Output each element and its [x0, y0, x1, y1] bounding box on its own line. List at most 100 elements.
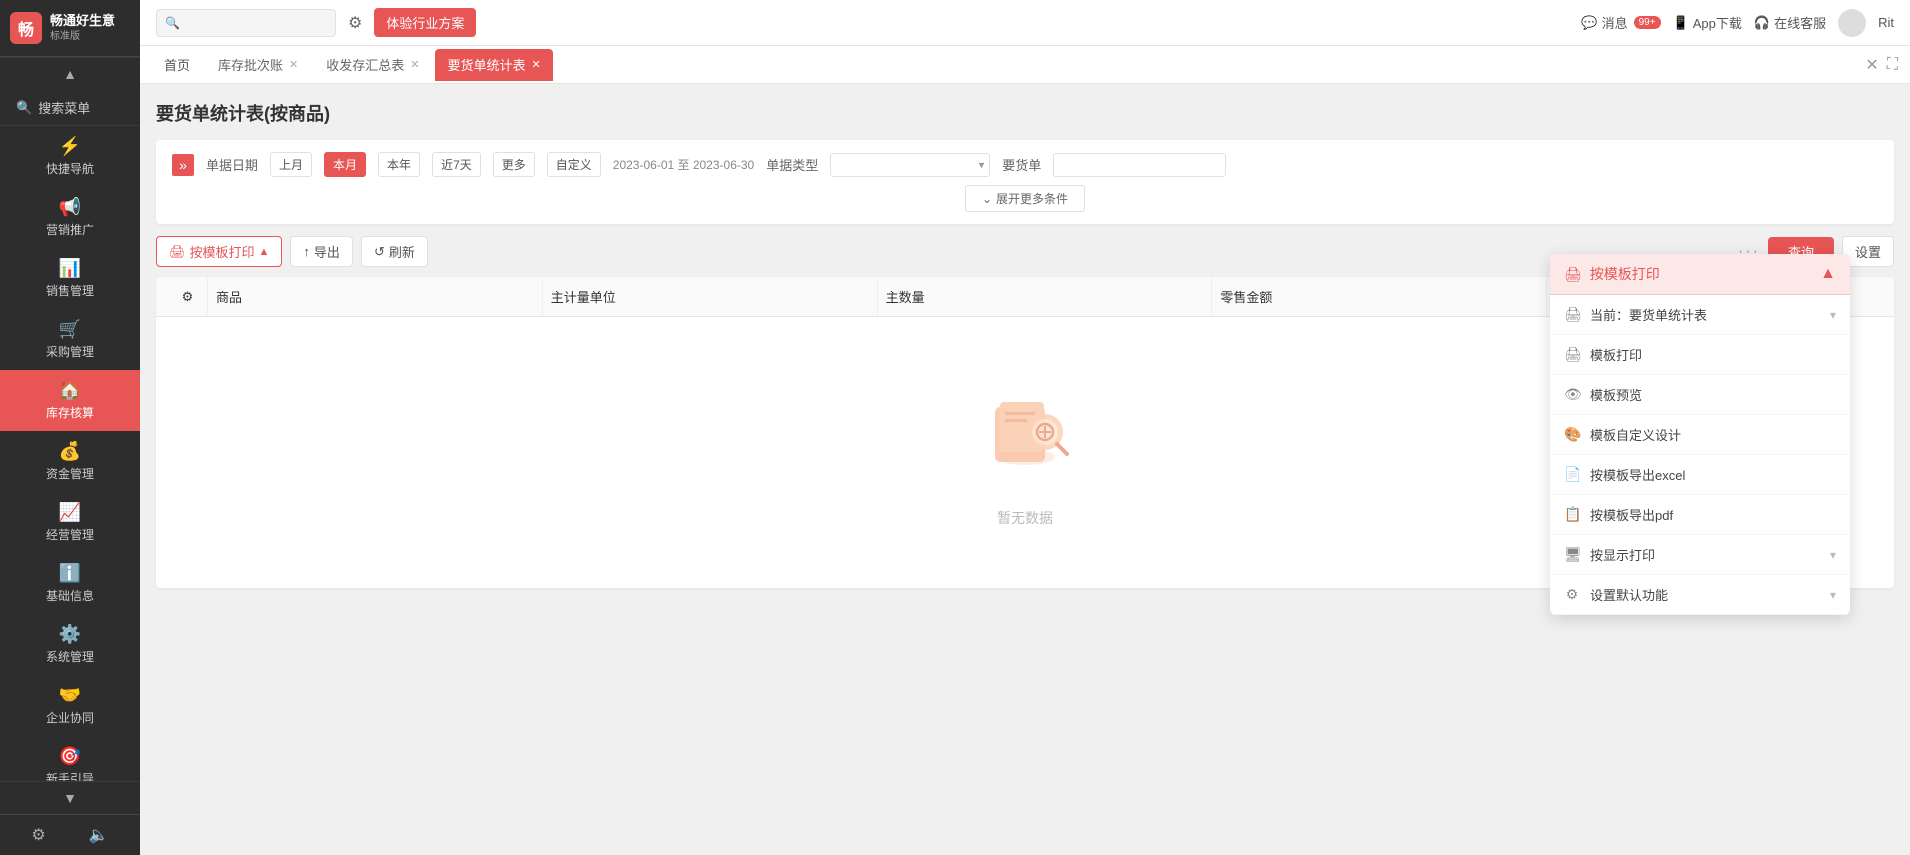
nav-icon-caigou: 🛒 [59, 319, 81, 340]
nav-label-kuaijie: 快捷导航 [46, 160, 94, 177]
content-area: 要货单统计表(按商品) » 单据日期 上月 本月 本年 近7天 更多 自定义 2… [140, 84, 1910, 855]
sidebar-item-zijin[interactable]: 💰 资金管理 [0, 431, 140, 492]
sidebar-item-jingying[interactable]: 📈 经营管理 [0, 492, 140, 553]
sidebar-search-label: 搜索菜单 [38, 98, 90, 117]
tab-shoufahuizong-label: 收发存汇总表 [326, 55, 404, 74]
filter-btn-last-month[interactable]: 上月 [270, 152, 312, 177]
dropdown-item-default-func[interactable]: ⚙ 设置默认功能 ▾ [1550, 575, 1850, 615]
sidebar-item-qiye[interactable]: 🤝 企业协同 [0, 675, 140, 736]
industry-btn[interactable]: 体验行业方案 [374, 8, 476, 37]
volume-icon[interactable]: 🔈 [89, 825, 109, 845]
username-label[interactable]: Rit [1878, 15, 1894, 30]
expand-more-label: 展开更多条件 [996, 190, 1068, 207]
dropdown-title-label: 按模板打印 [1590, 264, 1660, 284]
refresh-btn[interactable]: ↺ 刷新 [361, 236, 428, 267]
template-custom-label: 模板自定义设计 [1590, 425, 1681, 444]
app-download-item[interactable]: 📱 App下载 [1673, 13, 1742, 32]
sidebar-scroll-up: ▲ [0, 57, 140, 90]
nav-icon-jingying: 📈 [59, 502, 81, 523]
tab-shoufahuizong[interactable]: 收发存汇总表 ✕ [314, 49, 431, 81]
tab-kucunpici-close[interactable]: ✕ [289, 58, 298, 71]
sidebar-item-jichu[interactable]: ℹ️ 基础信息 [0, 553, 140, 614]
filter-date-label: 单据日期 [206, 155, 258, 174]
filter-btn-custom[interactable]: 自定义 [547, 152, 601, 177]
dropdown-item-export-excel[interactable]: 📄 按模板导出excel [1550, 455, 1850, 495]
nav-label-jichu: 基础信息 [46, 587, 94, 604]
dropdown-item-template-preview[interactable]: 👁 模板预览 [1550, 375, 1850, 415]
sidebar-item-caigou[interactable]: 🛒 采购管理 [0, 309, 140, 370]
sidebar: 畅 畅通好生意 标准版 ▲ 🔍 搜索菜单 ⚡ 快捷导航 📢 营销推广 📊 销售管… [0, 0, 140, 855]
messages-item[interactable]: 💬 消息 99+ [1581, 13, 1660, 32]
filter-btn-more[interactable]: 更多 [493, 152, 535, 177]
filter-type-select[interactable] [830, 153, 990, 177]
sidebar-logo[interactable]: 畅 畅通好生意 标准版 [0, 0, 140, 57]
filter-yaohuo-input[interactable] [1053, 153, 1226, 177]
dropdown-print-icon: 🖨 [1564, 266, 1582, 283]
sidebar-item-yingxiao[interactable]: 📢 营销推广 [0, 187, 140, 248]
tab-end-icons: ✕ ⛶ [1865, 55, 1898, 75]
sidebar-item-xinshou[interactable]: 🎯 新手引导 [0, 736, 140, 781]
filter-btn-recent7[interactable]: 近7天 [432, 152, 481, 177]
tab-home[interactable]: 首页 [152, 49, 202, 81]
current-template-icon: 🖨 [1564, 306, 1580, 323]
filter-card: » 单据日期 上月 本月 本年 近7天 更多 自定义 2023-06-01 至 … [156, 140, 1894, 224]
print-chevron-icon: ▲ [259, 246, 270, 258]
nav-label-xinshou: 新手引导 [46, 770, 94, 781]
nav-icon-kucun: 🏠 [59, 380, 81, 401]
dropdown-close-icon[interactable]: ▲ [1820, 265, 1836, 283]
expand-more-button[interactable]: ⌄ 展开更多条件 [965, 185, 1085, 212]
dropdown-current-template[interactable]: 🖨 当前：要货单统计表 ▾ [1550, 295, 1850, 335]
filter-expand-button[interactable]: » [172, 154, 194, 176]
sidebar-item-xiaoshou[interactable]: 📊 销售管理 [0, 248, 140, 309]
nav-icon-xiaoshou: 📊 [59, 258, 81, 279]
app-download-icon: 📱 [1673, 15, 1689, 31]
settings-icon[interactable]: ⚙ [31, 825, 45, 845]
filter-btn-current-year[interactable]: 本年 [378, 152, 420, 177]
filter-row: » 单据日期 上月 本月 本年 近7天 更多 自定义 2023-06-01 至 … [172, 152, 1878, 177]
sidebar-search[interactable]: 🔍 搜索菜单 [0, 90, 140, 126]
print-btn[interactable]: 🖨 按模板打印 ▲ [156, 236, 282, 267]
export-excel-icon: 📄 [1564, 466, 1580, 483]
dropdown-item-display-print[interactable]: 🖥 按显示打印 ▾ [1550, 535, 1850, 575]
tab-maximize-icon[interactable]: ⛶ [1887, 56, 1898, 74]
dropdown-item-export-pdf[interactable]: 📋 按模板导出pdf [1550, 495, 1850, 535]
table-header-settings[interactable]: ⚙ [168, 277, 208, 316]
filter-btn-current-month[interactable]: 本月 [324, 152, 366, 177]
tab-close-window-icon[interactable]: ✕ [1865, 55, 1878, 75]
header-gear-icon[interactable]: ⚙ [348, 13, 362, 33]
expand-more-row: ⌄ 展开更多条件 [172, 185, 1878, 212]
nav-label-jingying: 经营管理 [46, 526, 94, 543]
header-search-box[interactable]: 🔍 [156, 9, 336, 37]
nav-icon-qiye: 🤝 [59, 685, 81, 706]
top-header: 🔍 ⚙ 体验行业方案 💬 消息 99+ 📱 App下载 🎧 在线客服 Rit [140, 0, 1910, 46]
current-template-label: 当前：要货单统计表 [1590, 305, 1707, 324]
message-icon: 💬 [1581, 15, 1597, 31]
default-func-label: 设置默认功能 [1590, 585, 1668, 604]
dropdown-item-template-custom[interactable]: 🎨 模板自定义设计 [1550, 415, 1850, 455]
scroll-down-button[interactable]: ▼ [59, 786, 81, 810]
brand-name: 畅通好生意 [50, 12, 115, 30]
tab-yaohuo[interactable]: 要货单统计表 ✕ [435, 49, 552, 81]
template-preview-label: 模板预览 [1590, 385, 1642, 404]
export-btn[interactable]: ↑ 导出 [290, 236, 353, 267]
nav-label-xiaoshou: 销售管理 [46, 282, 94, 299]
sidebar-item-xitong[interactable]: ⚙️ 系统管理 [0, 614, 140, 675]
sidebar-item-kuaijie[interactable]: ⚡ 快捷导航 [0, 126, 140, 187]
default-func-icon: ⚙ [1564, 586, 1580, 603]
dropdown-header: 🖨 按模板打印 ▲ [1550, 254, 1850, 295]
tab-yaohuo-close[interactable]: ✕ [532, 58, 541, 71]
tab-kucunpici[interactable]: 库存批次账 ✕ [206, 49, 310, 81]
app-logo-icon: 畅 [10, 12, 42, 44]
tab-shoufahuizong-close[interactable]: ✕ [410, 58, 419, 71]
filter-type-label: 单据类型 [766, 155, 818, 174]
online-service-item[interactable]: 🎧 在线客服 [1754, 13, 1826, 32]
user-avatar[interactable] [1838, 9, 1866, 37]
sidebar-nav: ⚡ 快捷导航 📢 营销推广 📊 销售管理 🛒 采购管理 🏠 库存核算 💰 资金管… [0, 126, 140, 781]
table-header-amount: 零售金额 [1212, 277, 1547, 316]
dropdown-item-template-print[interactable]: 🖨 模板打印 [1550, 335, 1850, 375]
display-print-icon: 🖥 [1564, 546, 1580, 563]
sidebar-item-kucun[interactable]: 🏠 库存核算 [0, 370, 140, 431]
refresh-icon: ↺ [374, 244, 385, 260]
scroll-up-button[interactable]: ▲ [59, 62, 81, 86]
nav-icon-xinshou: 🎯 [59, 746, 81, 767]
